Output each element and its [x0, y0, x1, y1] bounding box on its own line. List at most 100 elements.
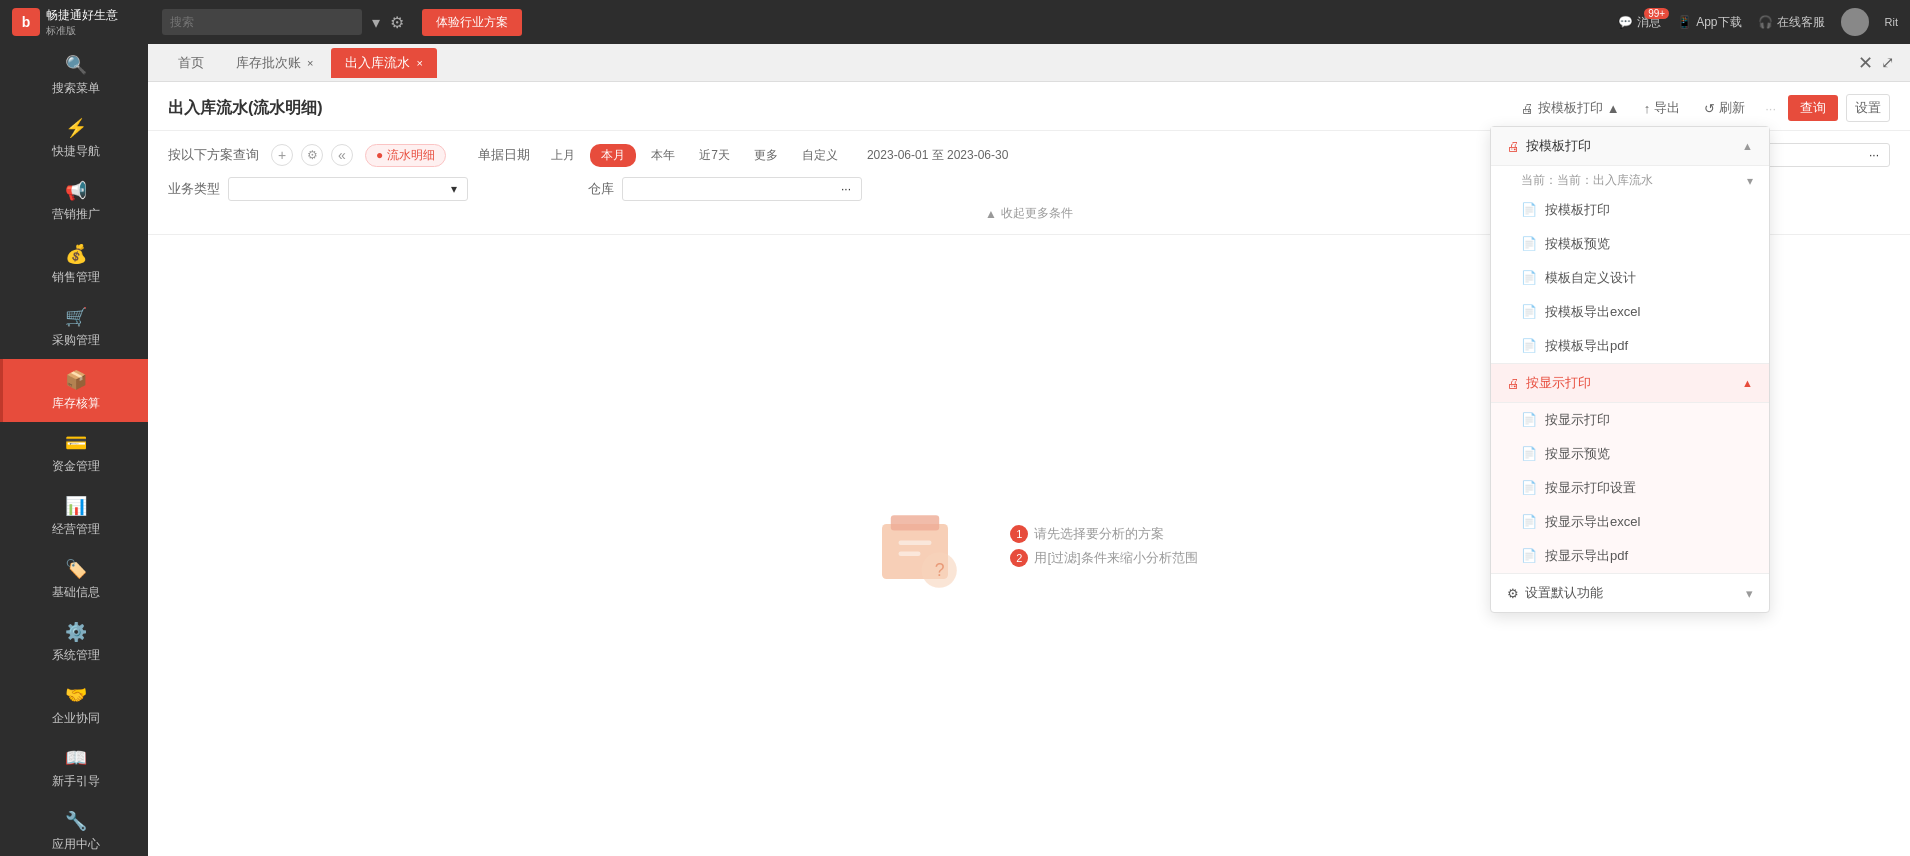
tab-1[interactable]: 库存批次账× [222, 48, 327, 78]
window-close-icon[interactable]: ✕ [1858, 52, 1873, 74]
tab-close-1[interactable]: × [307, 57, 313, 69]
sidebar-item-4[interactable]: 🛒采购管理 [0, 296, 148, 359]
sidebar-item-1[interactable]: ⚡ 快捷导航 [0, 107, 148, 170]
industry-solution-button[interactable]: 体验行业方案 [422, 9, 522, 36]
sidebar-icon-12: 🔧 [65, 810, 87, 832]
template-item-icon-4: 📄 [1521, 338, 1537, 354]
sidebar-item-8[interactable]: 🏷️基础信息 [0, 548, 148, 611]
print-template-button[interactable]: 🖨 按模板打印 ▲ [1513, 95, 1628, 121]
tip-text-1: 请先选择要分析的方案 [1034, 525, 1164, 543]
filter-add-button[interactable]: + [271, 144, 293, 166]
sidebar-item-6[interactable]: 💳资金管理 [0, 422, 148, 485]
display-item-4[interactable]: 📄按显示导出pdf [1491, 539, 1769, 573]
username-label: Rit [1885, 16, 1898, 28]
page-header: 出入库流水(流水明细) 🖨 按模板打印 ▲ ↑ 导出 ↺ 刷新 [148, 82, 1910, 131]
date-btn-3[interactable]: 近7天 [690, 144, 739, 167]
template-print-header[interactable]: 🖨 按模板打印 ▲ [1491, 127, 1769, 166]
dropdown-arrow-icon[interactable]: ▾ [372, 13, 380, 32]
empty-tips: 1 请先选择要分析的方案 2 用[过滤]条件来缩小分析范围 [1010, 525, 1197, 567]
printer-icon: 🖨 [1507, 139, 1520, 154]
template-item-2[interactable]: 📄模板自定义设计 [1491, 261, 1769, 295]
date-btn-5[interactable]: 自定义 [793, 144, 847, 167]
template-item-label-2: 模板自定义设计 [1545, 269, 1636, 287]
display-item-0[interactable]: 📄按显示打印 [1491, 403, 1769, 437]
export-button[interactable]: ↑ 导出 [1636, 95, 1689, 121]
app-header: b 畅捷通好生意 标准版 ▾ ⚙ 体验行业方案 💬 消息 99+ 📱 App下载… [0, 0, 1910, 44]
doc-type-more-icon: ··· [1869, 148, 1879, 162]
tab-0[interactable]: 首页 [164, 48, 218, 78]
message-button[interactable]: 💬 消息 99+ [1618, 14, 1661, 31]
template-item-label-0: 按模板打印 [1545, 201, 1610, 219]
display-item-2[interactable]: 📄按显示打印设置 [1491, 471, 1769, 505]
display-print-header[interactable]: 🖨 按显示打印 ▲ [1491, 364, 1769, 403]
filter-collapse-btn[interactable]: « [331, 144, 353, 166]
date-btn-4[interactable]: 更多 [745, 144, 787, 167]
settings-default-row[interactable]: ⚙ 设置默认功能 ▾ [1491, 573, 1769, 612]
template-item-label-3: 按模板导出excel [1545, 303, 1640, 321]
sidebar-item-2[interactable]: 📢营销推广 [0, 170, 148, 233]
main-layout: 🔍搜索菜单 ⚡ 快捷导航 📢营销推广💰销售管理🛒采购管理📦库存核算💳资金管理📊经营管理… [0, 44, 1910, 856]
refresh-button[interactable]: ↺ 刷新 [1696, 95, 1753, 121]
tab-bar: 首页库存批次账×出入库流水× ✕ ⤢ [148, 44, 1910, 82]
sidebar-item-11[interactable]: 📖新手引导 [0, 737, 148, 800]
sidebar-icon-1: ⚡ [65, 117, 87, 139]
tab-2[interactable]: 出入库流水× [331, 48, 436, 78]
template-item-0[interactable]: 📄按模板打印 [1491, 193, 1769, 227]
date-btn-0[interactable]: 上月 [542, 144, 584, 167]
template-print-section: 🖨 按模板打印 ▲ 当前：当前：出入库流水 ▾ [1491, 127, 1769, 363]
biz-type-select[interactable]: ▾ [228, 177, 468, 201]
search-input[interactable] [162, 9, 362, 35]
refresh-icon: ↺ [1704, 101, 1715, 116]
display-item-3[interactable]: 📄按显示导出excel [1491, 505, 1769, 539]
date-btn-1[interactable]: 本月 [590, 144, 636, 167]
sidebar-label-3: 销售管理 [52, 269, 100, 286]
sidebar-item-10[interactable]: 🤝企业协同 [0, 674, 148, 737]
filter-tag-label: 流水明细 [387, 147, 435, 164]
sidebar-item-5[interactable]: 📦库存核算 [0, 359, 148, 422]
display-item-icon-1: 📄 [1521, 446, 1537, 462]
section-chevron-up-icon: ▲ [1742, 140, 1753, 152]
display-item-label-1: 按显示预览 [1545, 445, 1610, 463]
app-download-label: App下载 [1696, 14, 1741, 31]
settings-button[interactable]: 设置 [1846, 94, 1890, 122]
sidebar-label-6: 资金管理 [52, 458, 100, 475]
display-item-label-4: 按显示导出pdf [1545, 547, 1628, 565]
sidebar-item-9[interactable]: ⚙️系统管理 [0, 611, 148, 674]
tab-close-2[interactable]: × [416, 57, 422, 69]
filter-config-button[interactable]: ⚙ [301, 144, 323, 166]
sidebar-item-12[interactable]: 🔧应用中心 [0, 800, 148, 856]
sidebar-label-1: 快捷导航 [52, 143, 100, 160]
template-item-4[interactable]: 📄 按模板导出pdf [1491, 329, 1769, 363]
header-search-area [162, 9, 362, 35]
online-service-button[interactable]: 🎧 在线客服 [1758, 14, 1825, 31]
display-item-1[interactable]: 📄 按显示预览 [1491, 437, 1769, 471]
current-template-label: 当前：当前：出入库流水 [1521, 172, 1653, 189]
display-print-icon: 🖨 [1507, 376, 1520, 391]
window-maximize-icon[interactable]: ⤢ [1881, 53, 1894, 72]
filter-label: 按以下方案查询 [168, 146, 259, 164]
warehouse-field: 仓库 ··· [588, 177, 862, 201]
date-label: 单据日期 [478, 146, 530, 164]
template-item-3[interactable]: 📄按模板导出excel [1491, 295, 1769, 329]
template-item-icon-1: 📄 [1521, 236, 1537, 252]
sidebar-icon-2: 📢 [65, 180, 87, 202]
template-item-label-4: 按模板导出pdf [1545, 337, 1628, 355]
tip-num-2: 2 [1010, 549, 1028, 567]
sidebar-item-3[interactable]: 💰销售管理 [0, 233, 148, 296]
online-service-icon: 🎧 [1758, 15, 1773, 29]
query-button[interactable]: 查询 [1788, 95, 1838, 121]
sidebar-icon-8: 🏷️ [65, 558, 87, 580]
date-range-label: 2023-06-01 至 2023-06-30 [867, 147, 1008, 164]
tip-num-1: 1 [1010, 525, 1028, 543]
settings-icon[interactable]: ⚙ [390, 13, 404, 32]
sidebar-item-0[interactable]: 🔍搜索菜单 [0, 44, 148, 107]
user-avatar[interactable] [1841, 8, 1869, 36]
sidebar-item-7[interactable]: 📊经营管理 [0, 485, 148, 548]
template-item-1[interactable]: 📄按模板预览 [1491, 227, 1769, 261]
warehouse-select[interactable]: ··· [622, 177, 862, 201]
date-btn-2[interactable]: 本年 [642, 144, 684, 167]
display-item-icon-3: 📄 [1521, 514, 1537, 530]
app-download-button[interactable]: 📱 App下载 [1677, 14, 1741, 31]
svg-rect-3 [899, 551, 921, 555]
sidebar-icon-0: 🔍 [65, 54, 87, 76]
